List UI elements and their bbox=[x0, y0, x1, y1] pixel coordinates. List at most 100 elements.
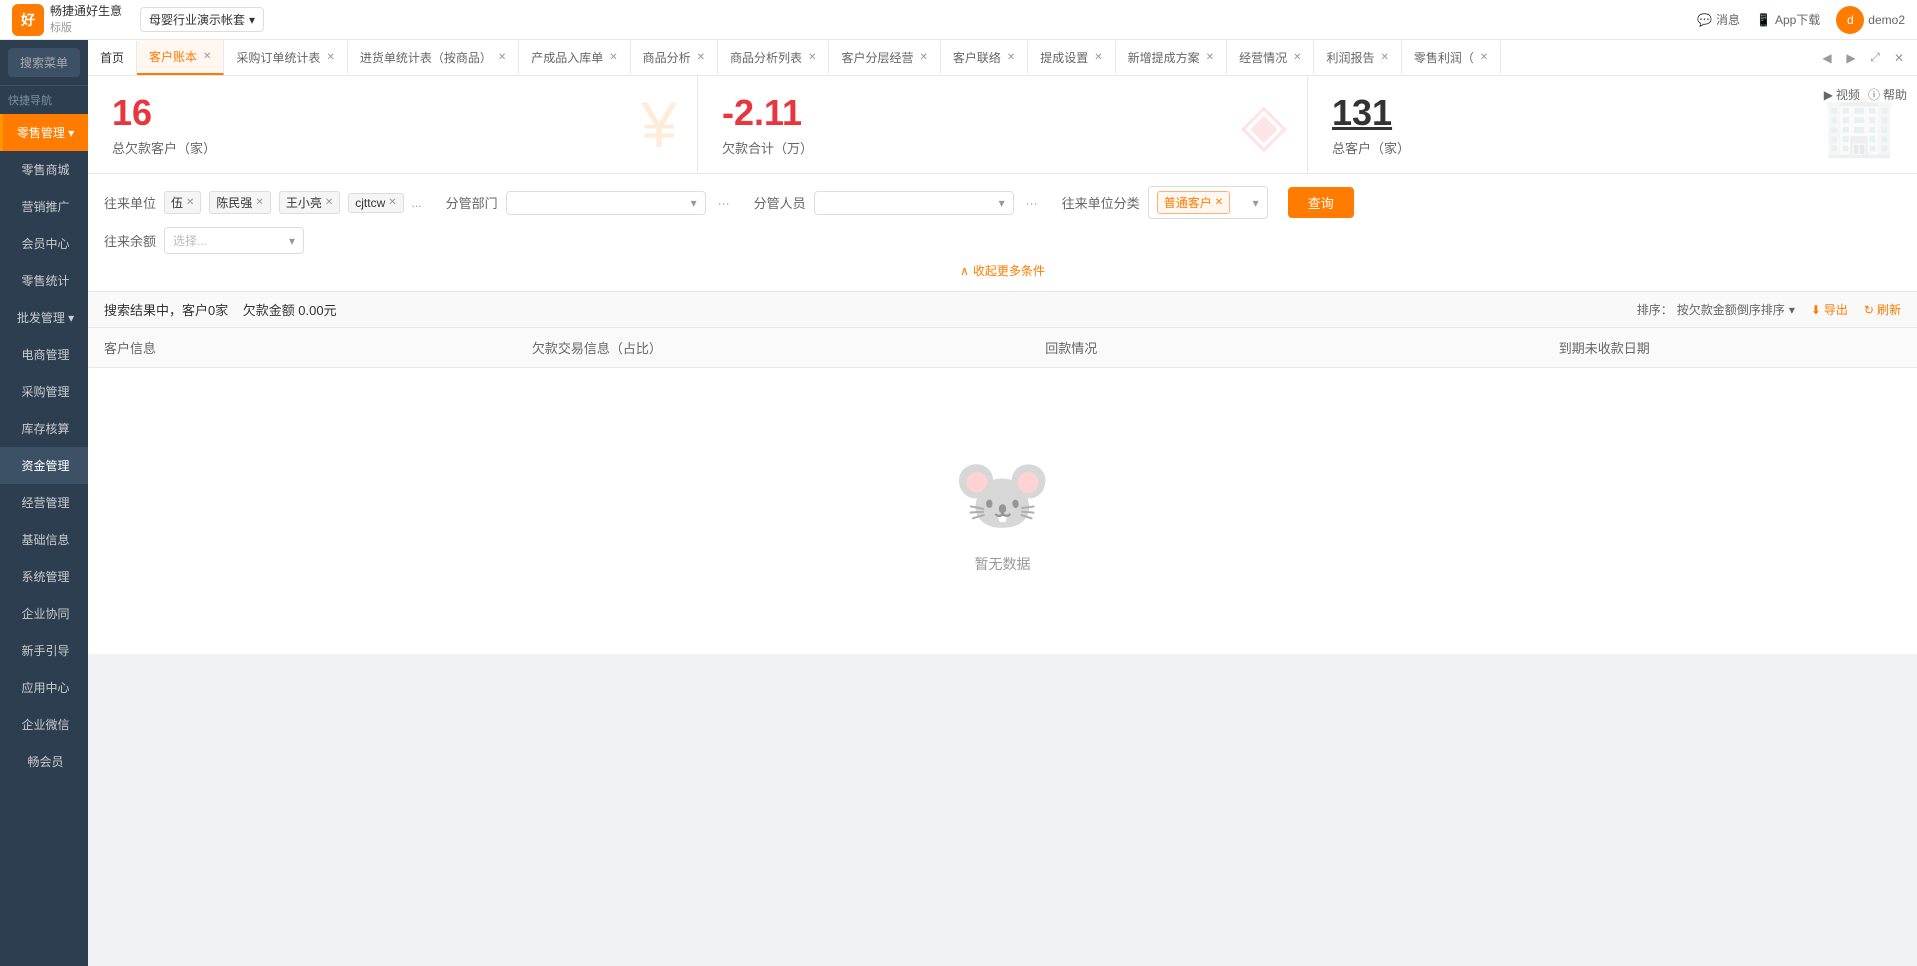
export-label: 导出 bbox=[1824, 301, 1848, 318]
tag-cjttcw: cjttcw ✕ bbox=[348, 193, 403, 213]
tab-label: 进货单统计表（按商品） bbox=[360, 49, 492, 66]
tab-zero-profit[interactable]: 零售利润（ ✕ bbox=[1402, 41, 1501, 74]
tab-close-icon[interactable]: ✕ bbox=[919, 52, 927, 63]
sidebar-item-ying-xiao[interactable]: 营销推广 bbox=[0, 188, 88, 225]
person-more-icon[interactable]: ··· bbox=[1026, 196, 1038, 210]
unit-type-selector[interactable]: 普通客户 ✕ ▾ bbox=[1148, 186, 1268, 219]
tab-close-icon[interactable]: ✕ bbox=[1480, 52, 1488, 63]
sidebar-item-ku-cun[interactable]: 库存核算 bbox=[0, 410, 88, 447]
sidebar-item-ji-chu[interactable]: 基础信息 bbox=[0, 521, 88, 558]
sidebar-item-label: 零售统计 bbox=[21, 274, 69, 288]
export-button[interactable]: ⬇ 导出 bbox=[1811, 301, 1848, 318]
sort-selector[interactable]: 排序： 按欠款金额倒序排序 ▾ bbox=[1637, 301, 1795, 318]
tab-close-icon[interactable]: ✕ bbox=[1007, 52, 1015, 63]
video-btn[interactable]: ▶ 视频 bbox=[1824, 86, 1860, 103]
sidebar-item-ying-yong[interactable]: 应用中心 bbox=[0, 669, 88, 706]
tab-home[interactable]: 首页 bbox=[88, 41, 137, 74]
unit-type-tag-label: 普通客户 bbox=[1164, 194, 1212, 211]
stat-card-all-customers: 🏢 131 总客户（家） ▶ 视频 ⓘ 帮助 bbox=[1308, 76, 1917, 173]
tab-close-icon[interactable]: ✕ bbox=[697, 52, 705, 63]
sidebar-item-pi-fa[interactable]: 批发管理 ▾ bbox=[0, 299, 88, 336]
sort-label: 排序： bbox=[1637, 301, 1673, 318]
tab-jing-ying[interactable]: 经营情况 ✕ bbox=[1227, 41, 1314, 74]
tab-product-analysis-list[interactable]: 商品分析列表 ✕ bbox=[718, 41, 829, 74]
app-download-btn[interactable]: 📱 App下载 bbox=[1756, 11, 1820, 28]
sidebar-item-label: 企业微信 bbox=[21, 718, 69, 732]
tab-purchase-stats[interactable]: 采购订单统计表 ✕ bbox=[224, 41, 347, 74]
sort-arrow-icon: ▾ bbox=[1789, 303, 1795, 317]
tab-close-icon[interactable]: ✕ bbox=[1381, 52, 1389, 63]
unit-type-tag-close[interactable]: ✕ bbox=[1215, 197, 1223, 208]
result-info: 搜索结果中，客户0家 欠款金额 0.00元 bbox=[104, 300, 337, 319]
tab-close-icon[interactable]: ✕ bbox=[1206, 52, 1214, 63]
tab-customer-contact[interactable]: 客户联络 ✕ bbox=[941, 41, 1028, 74]
sidebar-item-xi-tong[interactable]: 系统管理 bbox=[0, 558, 88, 595]
refresh-label: 刷新 bbox=[1877, 301, 1901, 318]
sidebar-item-ling-shou-ji[interactable]: 零售统计 bbox=[0, 262, 88, 299]
tab-customer-book[interactable]: 客户账本 ✕ bbox=[137, 40, 224, 75]
version-badge: 标版 bbox=[50, 19, 122, 35]
person-selector[interactable]: ▾ bbox=[814, 191, 1014, 215]
messages-btn[interactable]: 💬 消息 bbox=[1697, 11, 1740, 28]
tab-cost-stock[interactable]: 产成品入库单 ✕ bbox=[519, 41, 630, 74]
sidebar-item-ling-shou[interactable]: 零售管理 ▾ bbox=[0, 114, 88, 151]
sidebar-item-label: 基础信息 bbox=[21, 533, 69, 547]
sidebar-item-qi-ye-xie[interactable]: 企业协同 bbox=[0, 595, 88, 632]
refresh-button[interactable]: ↻ 刷新 bbox=[1864, 301, 1901, 318]
unit-type-tag: 普通客户 ✕ bbox=[1157, 191, 1230, 214]
sidebar-item-zi-jin[interactable]: 资金管理 bbox=[0, 447, 88, 484]
query-button[interactable]: 查询 bbox=[1288, 187, 1354, 218]
data-table: 客户信息 欠款交易信息（占比） 回款情况 到期未收款日期 🐭 暂无数据 bbox=[88, 328, 1917, 654]
tag-chen: 陈民强 ✕ bbox=[209, 191, 270, 214]
tab-close-icon[interactable]: ✕ bbox=[1094, 52, 1102, 63]
main-layout: 搜索菜单 快捷导航 零售管理 ▾ 零售商城 营销推广 会员中心 零售统计 批发管… bbox=[0, 40, 1917, 966]
more-tags-btn[interactable]: ... bbox=[412, 196, 422, 210]
tab-profit-report[interactable]: 利润报告 ✕ bbox=[1314, 41, 1401, 74]
tab-stock-stats[interactable]: 进货单统计表（按商品） ✕ bbox=[348, 41, 519, 74]
sidebar-item-hui-yuan[interactable]: 会员中心 bbox=[0, 225, 88, 262]
user-area[interactable]: d demo2 bbox=[1836, 6, 1905, 34]
tab-close-icon[interactable]: ✕ bbox=[498, 52, 506, 63]
tab-close-icon[interactable]: ✕ bbox=[609, 52, 617, 63]
tabs-expand-btn[interactable]: ⤢ bbox=[1865, 48, 1885, 68]
tab-customer-book-close[interactable]: ✕ bbox=[203, 51, 211, 62]
sidebar-item-label: 库存核算 bbox=[21, 422, 69, 436]
collapse-btn[interactable]: ∧ 收起更多条件 bbox=[104, 262, 1901, 279]
help-btn[interactable]: ⓘ 帮助 bbox=[1868, 86, 1907, 103]
dept-selector[interactable]: ▾ bbox=[506, 191, 706, 215]
phone-icon: 📱 bbox=[1756, 13, 1771, 27]
sidebar-item-dian-shang[interactable]: 电商管理 bbox=[0, 336, 88, 373]
tag-chen-close[interactable]: ✕ bbox=[255, 197, 263, 208]
tab-ti-cheng[interactable]: 提成设置 ✕ bbox=[1028, 41, 1115, 74]
sidebar-item-label: 会员中心 bbox=[21, 237, 69, 251]
all-customers-value: 131 bbox=[1332, 92, 1392, 134]
tabs-close-btn[interactable]: ✕ bbox=[1889, 48, 1909, 68]
tabs-prev-btn[interactable]: ◀ bbox=[1817, 48, 1837, 68]
tab-close-icon[interactable]: ✕ bbox=[808, 52, 816, 63]
tag-wang-close[interactable]: ✕ bbox=[325, 197, 333, 208]
sidebar-search-area: 搜索菜单 bbox=[0, 40, 88, 86]
sidebar-item-qi-ye-wei[interactable]: 企业微信 bbox=[0, 706, 88, 743]
tab-product-analysis[interactable]: 商品分析 ✕ bbox=[631, 41, 718, 74]
sidebar-item-xin-shou[interactable]: 新手引导 bbox=[0, 632, 88, 669]
dept-filter-label: 分管部门 bbox=[446, 193, 498, 212]
store-selector[interactable]: 母婴行业演示帐套 ▾ bbox=[140, 7, 264, 32]
tab-close-icon[interactable]: ✕ bbox=[326, 52, 334, 63]
balance-selector[interactable]: 选择... ▾ bbox=[164, 227, 304, 254]
filter-area: 往来单位 伍 ✕ 陈民强 ✕ 王小亮 ✕ cjttcw bbox=[88, 174, 1917, 292]
tab-customer-tier[interactable]: 客户分层经营 ✕ bbox=[829, 41, 940, 74]
sidebar-item-cai-gou[interactable]: 采购管理 bbox=[0, 373, 88, 410]
search-menu-button[interactable]: 搜索菜单 bbox=[8, 48, 80, 77]
tag-wu-close[interactable]: ✕ bbox=[186, 197, 194, 208]
tab-label: 商品分析列表 bbox=[730, 49, 802, 66]
filter-row-1: 往来单位 伍 ✕ 陈民强 ✕ 王小亮 ✕ cjttcw bbox=[104, 186, 1901, 219]
sidebar-item-chang-hui[interactable]: 畅会员 bbox=[0, 743, 88, 780]
tabs-next-btn[interactable]: ▶ bbox=[1841, 48, 1861, 68]
tab-add-ti-cheng[interactable]: 新增提成方案 ✕ bbox=[1116, 41, 1227, 74]
sidebar-item-jing-ying[interactable]: 经营管理 bbox=[0, 484, 88, 521]
sidebar-item-ling-shou-mall[interactable]: 零售商城 bbox=[0, 151, 88, 188]
tab-close-icon[interactable]: ✕ bbox=[1293, 52, 1301, 63]
content-area: 首页 客户账本 ✕ 采购订单统计表 ✕ 进货单统计表（按商品） ✕ 产成品入库单… bbox=[88, 40, 1917, 966]
tag-cjttcw-close[interactable]: ✕ bbox=[388, 197, 396, 208]
dept-more-icon[interactable]: ··· bbox=[718, 196, 730, 210]
